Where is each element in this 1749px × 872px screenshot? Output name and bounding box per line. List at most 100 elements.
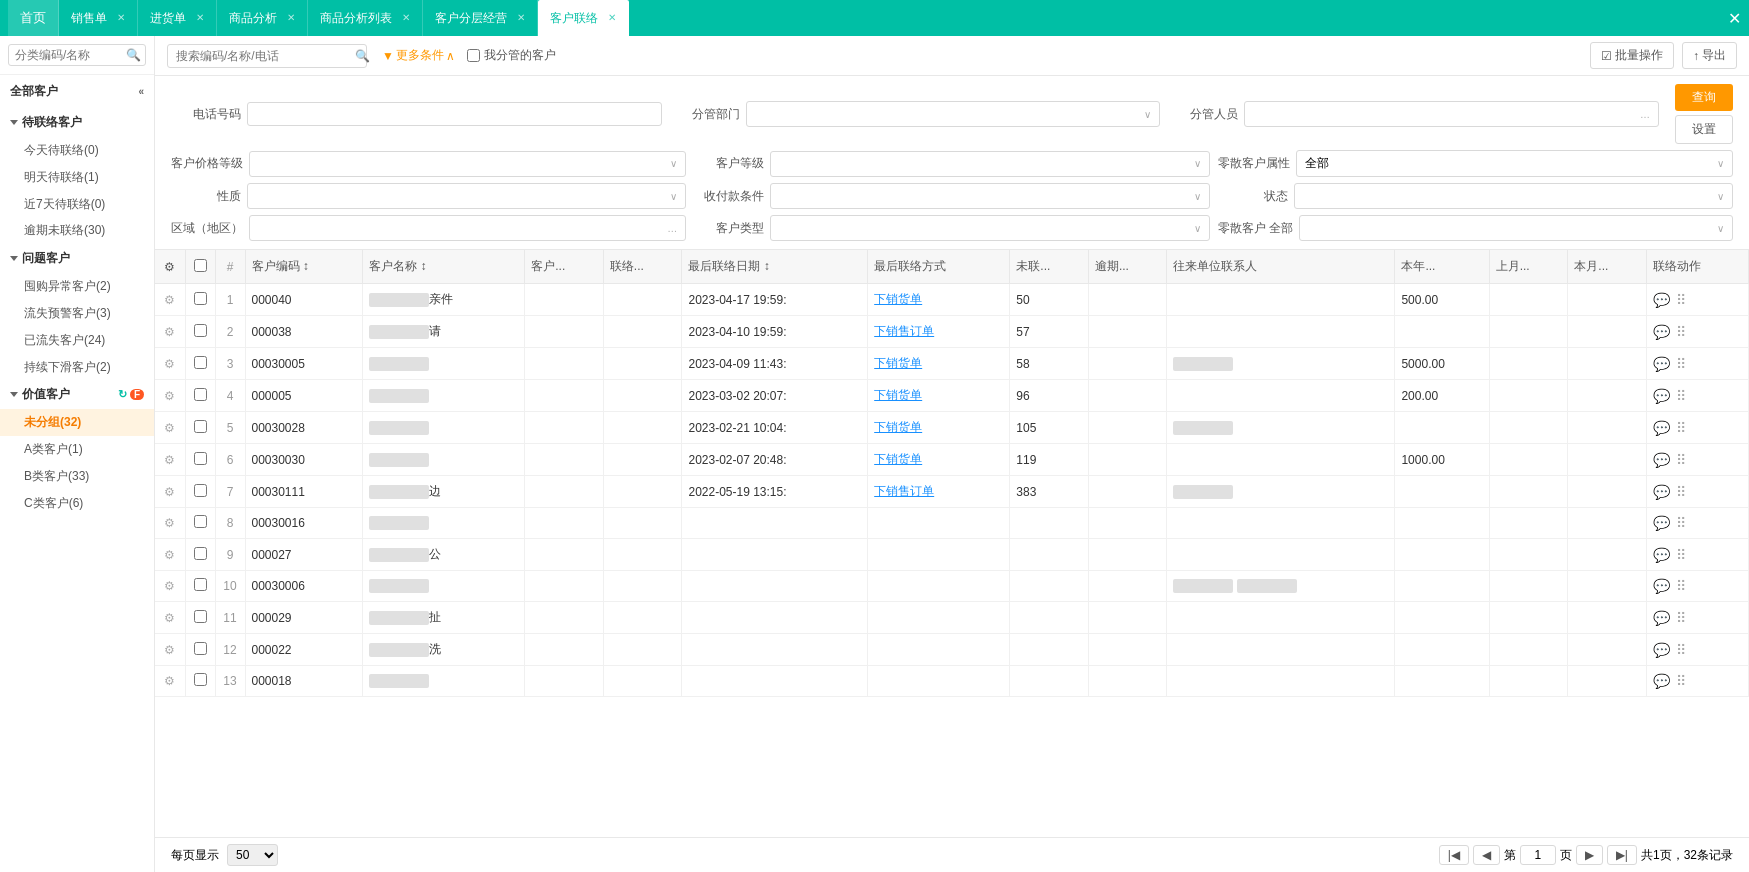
row-checkbox[interactable] (185, 444, 215, 476)
close-product-analysis-tab[interactable]: ✕ (287, 0, 295, 36)
last-contact-date-col-header[interactable]: 最后联络日期 ↕ (682, 250, 868, 284)
per-page-select[interactable]: 50 20 100 (227, 844, 278, 866)
last-page-btn[interactable]: ▶| (1607, 845, 1637, 865)
region-select[interactable]: … (249, 215, 686, 241)
action-chat-icon[interactable]: 💬 (1653, 452, 1670, 468)
sidebar-lost-customers[interactable]: 已流失客户(24) (0, 327, 154, 354)
last-month-col-header[interactable]: 上月... (1489, 250, 1568, 284)
last-contact-method-col-header[interactable]: 最后联络方式 (868, 250, 1010, 284)
select-all-checkbox[interactable] (194, 259, 207, 272)
nav-customer-contact[interactable]: 客户联络 ✕ (538, 0, 629, 36)
contact-col-header[interactable]: 联络... (603, 250, 682, 284)
code-col-header[interactable]: 客户编码 ↕ (245, 250, 363, 284)
row-gear[interactable]: ⚙ (155, 444, 185, 476)
nav-product-analysis-list[interactable]: 商品分析列表 ✕ (308, 0, 423, 36)
nav-sales[interactable]: 销售单 ✕ (59, 0, 138, 36)
row-checkbox[interactable] (185, 539, 215, 571)
gear-col-header[interactable]: ⚙ (155, 250, 185, 284)
status-select[interactable]: ∨ (1294, 183, 1733, 209)
nav-home[interactable]: 首页 (8, 0, 59, 36)
action-menu-icon[interactable]: ⠿ (1676, 356, 1686, 372)
close-customer-contact-tab[interactable]: ✕ (608, 0, 616, 36)
close-customer-segment-tab[interactable]: ✕ (517, 0, 525, 36)
price-level-select[interactable]: ∨ (249, 151, 686, 177)
action-menu-icon[interactable]: ⠿ (1676, 292, 1686, 308)
my-customers-checkbox[interactable] (467, 49, 480, 62)
row-checkbox[interactable] (185, 380, 215, 412)
row-checkbox[interactable] (185, 666, 215, 697)
prev-page-btn[interactable]: ◀ (1473, 845, 1500, 865)
action-chat-icon[interactable]: 💬 (1653, 642, 1670, 658)
action-chat-icon[interactable]: 💬 (1653, 356, 1670, 372)
row-checkbox[interactable] (185, 412, 215, 444)
sidebar-today-pending[interactable]: 今天待联络(0) (0, 137, 154, 164)
action-chat-icon[interactable]: 💬 (1653, 547, 1670, 563)
value-refresh-icon[interactable]: ↻ (118, 388, 127, 401)
sidebar-collapse-icon[interactable]: « (138, 86, 144, 97)
scattered-select[interactable]: ∨ (1299, 215, 1733, 241)
sidebar-section-pending[interactable]: 待联络客户 (0, 108, 154, 137)
action-chat-icon[interactable]: 💬 (1653, 515, 1670, 531)
sidebar-section-value[interactable]: 价值客户 ↻ F (0, 380, 154, 409)
customer-type-select[interactable]: ∨ (770, 215, 1209, 241)
sidebar-class-c[interactable]: C类客户(6) (0, 490, 154, 517)
this-month-col-header[interactable]: 本月... (1568, 250, 1647, 284)
action-menu-icon[interactable]: ⠿ (1676, 484, 1686, 500)
action-chat-icon[interactable]: 💬 (1653, 324, 1670, 340)
sidebar-declining-customers[interactable]: 持续下滑客户(2) (0, 354, 154, 381)
sidebar-tomorrow-pending[interactable]: 明天待联络(1) (0, 164, 154, 191)
next-page-btn[interactable]: ▶ (1576, 845, 1603, 865)
action-menu-icon[interactable]: ⠿ (1676, 547, 1686, 563)
nav-purchase[interactable]: 进货单 ✕ (138, 0, 217, 36)
row-gear[interactable]: ⚙ (155, 316, 185, 348)
reset-btn[interactable]: 设置 (1675, 115, 1733, 144)
action-menu-icon[interactable]: ⠿ (1676, 324, 1686, 340)
row-gear[interactable]: ⚙ (155, 476, 185, 508)
customer-level-select[interactable]: ∨ (770, 151, 1209, 177)
row-checkbox[interactable] (185, 602, 215, 634)
manager-select[interactable]: … (1244, 101, 1659, 127)
close-product-analysis-list-tab[interactable]: ✕ (402, 0, 410, 36)
row-gear[interactable]: ⚙ (155, 666, 185, 697)
more-conditions-btn[interactable]: ▼ 更多条件 ∧ (382, 47, 455, 64)
close-sales-tab[interactable]: ✕ (117, 0, 125, 36)
sidebar-section-problem[interactable]: 问题客户 (0, 244, 154, 273)
export-btn[interactable]: ↑ 导出 (1682, 42, 1737, 69)
sidebar-overdue-pending[interactable]: 逾期未联络(30) (0, 217, 154, 244)
action-menu-icon[interactable]: ⠿ (1676, 420, 1686, 436)
row-gear[interactable]: ⚙ (155, 284, 185, 316)
search-input[interactable] (167, 44, 367, 68)
row-gear[interactable]: ⚙ (155, 571, 185, 602)
row-checkbox[interactable] (185, 571, 215, 602)
action-chat-icon[interactable]: 💬 (1653, 388, 1670, 404)
nature-select[interactable]: ∨ (247, 183, 686, 209)
nav-customer-segment[interactable]: 客户分层经营 ✕ (423, 0, 538, 36)
dept-select[interactable]: ∨ (746, 101, 1161, 127)
action-chat-icon[interactable]: 💬 (1653, 578, 1670, 594)
sidebar-class-b[interactable]: B类客户(33) (0, 463, 154, 490)
page-number-input[interactable] (1520, 845, 1556, 865)
type-col-header[interactable]: 客户... (525, 250, 604, 284)
batch-operation-btn[interactable]: ☑ 批量操作 (1590, 42, 1674, 69)
query-btn[interactable]: 查询 (1675, 84, 1733, 111)
first-page-btn[interactable]: |◀ (1439, 845, 1469, 865)
phone-input[interactable] (247, 102, 662, 126)
action-menu-icon[interactable]: ⠿ (1676, 578, 1686, 594)
row-gear[interactable]: ⚙ (155, 348, 185, 380)
action-menu-icon[interactable]: ⠿ (1676, 642, 1686, 658)
action-menu-icon[interactable]: ⠿ (1676, 388, 1686, 404)
close-purchase-tab[interactable]: ✕ (196, 0, 204, 36)
search-btn-icon[interactable]: 🔍 (355, 49, 370, 63)
checkbox-col-header[interactable] (185, 250, 215, 284)
sidebar-class-a[interactable]: A类客户(1) (0, 436, 154, 463)
overdue-col-header[interactable]: 逾期... (1088, 250, 1167, 284)
row-gear[interactable]: ⚙ (155, 412, 185, 444)
action-menu-icon[interactable]: ⠿ (1676, 452, 1686, 468)
row-checkbox[interactable] (185, 508, 215, 539)
name-col-header[interactable]: 客户名称 ↕ (363, 250, 525, 284)
row-checkbox[interactable] (185, 476, 215, 508)
action-chat-icon[interactable]: 💬 (1653, 484, 1670, 500)
row-gear[interactable]: ⚙ (155, 602, 185, 634)
action-chat-icon[interactable]: 💬 (1653, 673, 1670, 689)
window-close-btn[interactable]: ✕ (1728, 9, 1741, 28)
